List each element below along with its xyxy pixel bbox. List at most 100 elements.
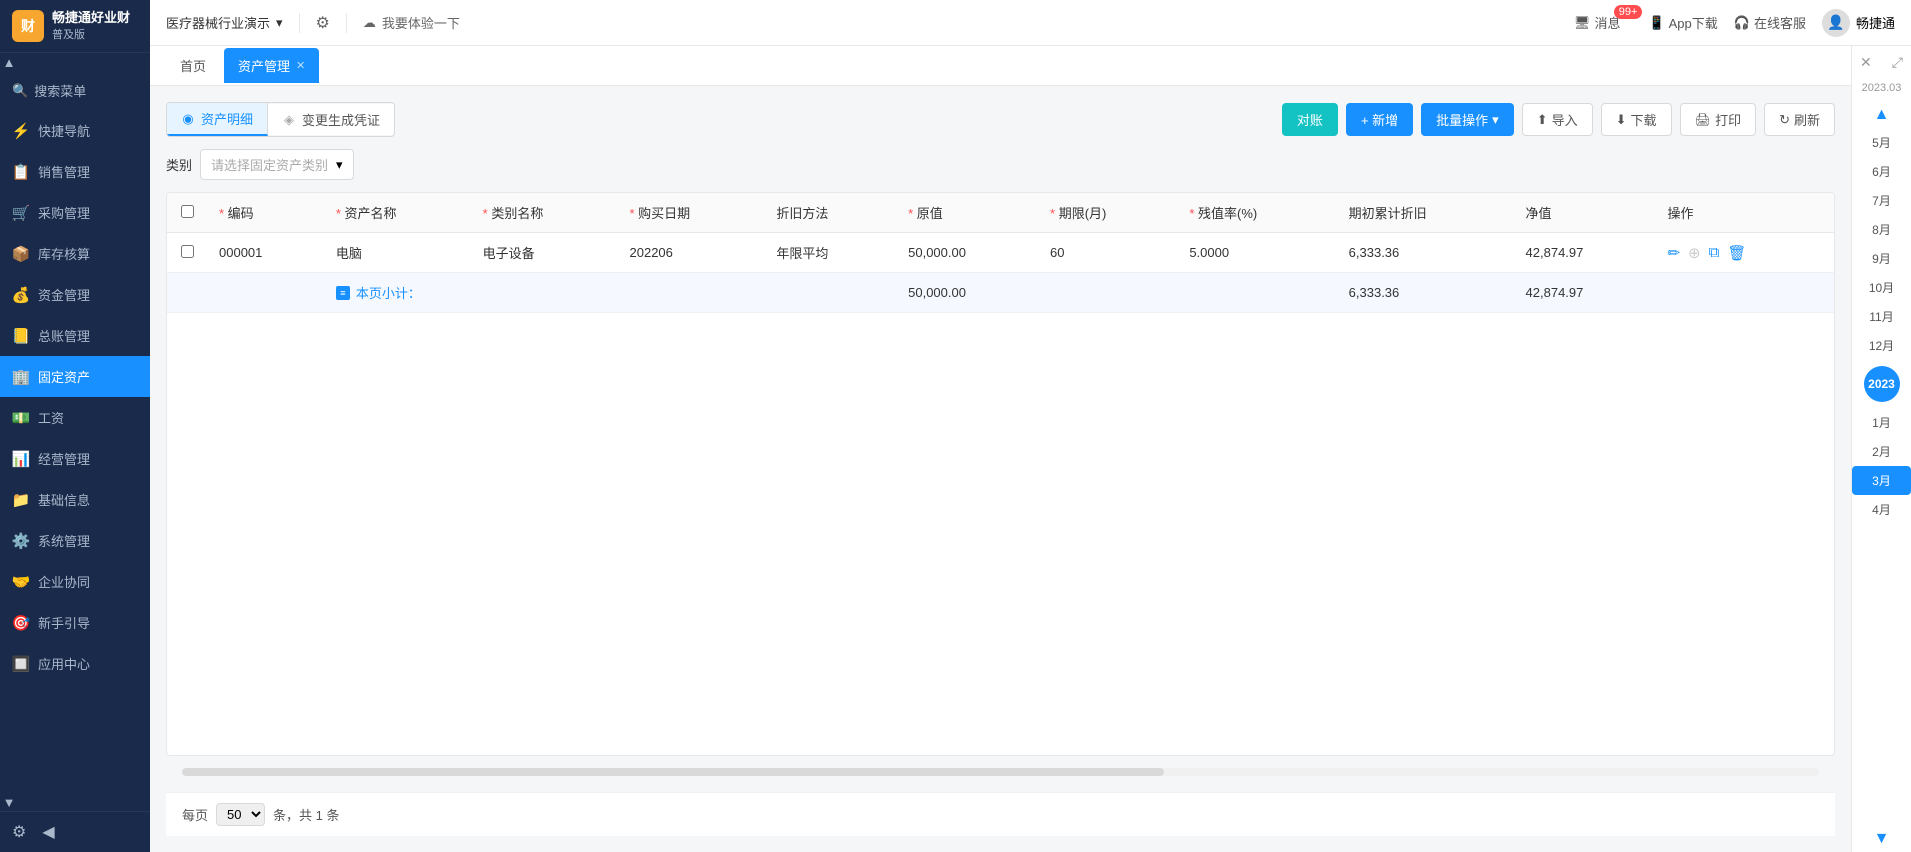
user-menu[interactable]: 👤 畅捷通 [1822, 9, 1895, 37]
username-label: 畅捷通 [1856, 13, 1895, 32]
sidebar-item-collab[interactable]: 🤝 企业协同 [0, 561, 150, 602]
message-button[interactable]: 🖥 消息 99+ [1574, 13, 1633, 32]
th-action: 操作 [1655, 193, 1834, 233]
app-download-button[interactable]: 📱 App下载 [1648, 13, 1717, 32]
right-panel-scroll-down[interactable]: ▼ [1870, 826, 1894, 852]
month-10[interactable]: 10月 [1852, 273, 1911, 302]
refresh-label: 刷新 [1794, 110, 1820, 129]
right-panel-expand[interactable]: ⤢ [1892, 54, 1903, 71]
sidebar-item-payroll[interactable]: 💵 工资 [0, 397, 150, 438]
reconcile-button[interactable]: 对账 [1282, 103, 1338, 136]
copy-icon[interactable]: ⊕ [1688, 244, 1701, 262]
collapse-icon[interactable]: ◀ [42, 822, 54, 842]
sales-icon: 📋 [12, 163, 30, 181]
th-depreciation-method: 折旧方法 [764, 193, 896, 233]
sidebar-item-fixed[interactable]: 🏢 固定资产 [0, 356, 150, 397]
download-icon: ⬇ [1616, 112, 1627, 128]
sidebar-base-label: 基础信息 [38, 490, 90, 509]
row-original-value: 50,000.00 [896, 233, 1038, 273]
batch-ops-button[interactable]: 批量操作 ▾ [1421, 103, 1514, 136]
company-selector[interactable]: 医疗器械行业演示 ▾ [166, 13, 283, 32]
sidebar-nav: 📋 销售管理 🛒 采购管理 📦 库存核算 💰 资金管理 📒 总账管理 🏢 固定资… [0, 151, 150, 793]
month-4[interactable]: 4月 [1852, 495, 1911, 524]
month-8[interactable]: 8月 [1852, 215, 1911, 244]
pagination: 每页 50 条，共 1 条 [166, 792, 1835, 836]
sidebar-item-system[interactable]: ⚙️ 系统管理 [0, 520, 150, 561]
sidebar-item-purchase[interactable]: 🛒 采购管理 [0, 192, 150, 233]
right-panel-close[interactable]: ✕ [1860, 54, 1872, 71]
inventory-icon: 📦 [12, 245, 30, 263]
sidebar-scroll-down[interactable]: ▼ [0, 793, 18, 811]
settings-bottom-icon[interactable]: ⚙ [12, 822, 26, 842]
subtotal-label: 本页小计： [356, 283, 421, 302]
refresh-icon: ↻ [1779, 112, 1790, 128]
tab-bar: 首页 资产管理 ✕ [150, 46, 1851, 86]
asset-detail-icon: ◉ [181, 112, 195, 126]
month-7[interactable]: 7月 [1852, 186, 1911, 215]
edit-icon[interactable]: ✏ [1667, 244, 1680, 262]
month-11[interactable]: 11月 [1852, 302, 1911, 331]
sidebar-item-guide[interactable]: 🎯 新手引导 [0, 602, 150, 643]
sidebar-item-ledger[interactable]: 📒 总账管理 [0, 315, 150, 356]
right-panel-month-list: 5月 6月 7月 8月 9月 10月 11月 12月 2023 1月 2月 3月… [1852, 128, 1911, 826]
import-button[interactable]: ⬆ 导入 [1522, 103, 1593, 136]
month-5[interactable]: 5月 [1852, 128, 1911, 157]
sidebar-item-apps[interactable]: 🔲 应用中心 [0, 643, 150, 684]
sidebar-item-inventory[interactable]: 📦 库存核算 [0, 233, 150, 274]
sub-tab-gen-voucher[interactable]: ◈ 变更生成凭证 [268, 104, 394, 135]
month-12[interactable]: 12月 [1852, 331, 1911, 360]
h-scrollbar-thumb[interactable] [182, 768, 1164, 776]
collab-icon: 🤝 [12, 573, 30, 591]
base-icon: 📁 [12, 491, 30, 509]
row-actions: ✏ ⊕ ⧉ 🗑 [1655, 233, 1834, 273]
fixed-icon: 🏢 [12, 368, 30, 386]
sidebar-item-finance[interactable]: 💰 资金管理 [0, 274, 150, 315]
h-scrollbar[interactable] [182, 768, 1819, 776]
subtotal-icon: ≡ [336, 286, 350, 300]
import-label: 导入 [1552, 110, 1578, 129]
asset-table: 编码 资产名称 类别名称 购买日期 折旧方法 原值 期限(月) 残值率(%) 期… [167, 193, 1834, 313]
new-button[interactable]: + 新增 [1346, 103, 1413, 136]
sub-tab-asset-detail[interactable]: ◉ 资产明细 [167, 103, 268, 136]
sidebar-logo: 财 畅捷通好业财 普及版 [0, 0, 150, 53]
total-count-label: 条，共 1 条 [273, 805, 339, 824]
payroll-icon: 💵 [12, 409, 30, 427]
sidebar-guide-label: 新手引导 [38, 613, 90, 632]
month-3-current[interactable]: 3月 [1852, 466, 1911, 495]
row-checkbox-cell [167, 233, 207, 273]
tab-asset[interactable]: 资产管理 ✕ [224, 48, 319, 83]
month-6[interactable]: 6月 [1852, 157, 1911, 186]
download-button[interactable]: ⬇ 下载 [1601, 103, 1672, 136]
sidebar-search[interactable]: 🔍 搜索菜单 [0, 71, 150, 110]
guide-icon: 🎯 [12, 614, 30, 632]
sidebar-item-sales[interactable]: 📋 销售管理 [0, 151, 150, 192]
sidebar-item-ops[interactable]: 📊 经营管理 [0, 438, 150, 479]
topbar: 医疗器械行业演示 ▾ ⚙ ☁ 我要体验一下 🖥 消息 99+ 📱 App下载 🎧… [150, 0, 1911, 46]
gen-voucher-icon: ◈ [282, 113, 296, 127]
row-depreciation-method: 年限平均 [764, 233, 896, 273]
select-all-checkbox[interactable] [181, 205, 194, 218]
feedback-link[interactable]: ☁ 我要体验一下 [363, 13, 460, 32]
sidebar-scroll-up[interactable]: ▲ [0, 53, 18, 71]
th-purchase-date: 购买日期 [618, 193, 765, 233]
print-button[interactable]: 🖨 打印 [1680, 103, 1757, 136]
refresh-button[interactable]: ↻ 刷新 [1764, 103, 1835, 136]
row-checkbox[interactable] [181, 245, 194, 258]
customer-service-button[interactable]: 🎧 在线客服 [1734, 13, 1806, 32]
per-page-select[interactable]: 50 [216, 803, 265, 826]
duplicate-icon[interactable]: ⧉ [1709, 244, 1720, 261]
month-2[interactable]: 2月 [1852, 437, 1911, 466]
subtotal-net-value: 42,874.97 [1514, 273, 1656, 313]
sidebar-item-quicknav[interactable]: ⚡ 快捷导航 [0, 110, 150, 151]
right-panel-scroll-up[interactable]: ▲ [1870, 102, 1894, 128]
settings-icon[interactable]: ⚙ [316, 13, 330, 33]
sidebar-item-base[interactable]: 📁 基础信息 [0, 479, 150, 520]
month-9[interactable]: 9月 [1852, 244, 1911, 273]
tab-home[interactable]: 首页 [166, 48, 220, 83]
filter-category-select[interactable]: 请选择固定资产类别 ▾ [200, 149, 354, 180]
sidebar-ops-label: 经营管理 [38, 449, 90, 468]
tab-asset-close[interactable]: ✕ [296, 59, 305, 72]
month-1[interactable]: 1月 [1852, 408, 1911, 437]
delete-icon[interactable]: 🗑 [1727, 244, 1746, 262]
user-avatar: 👤 [1822, 9, 1850, 37]
